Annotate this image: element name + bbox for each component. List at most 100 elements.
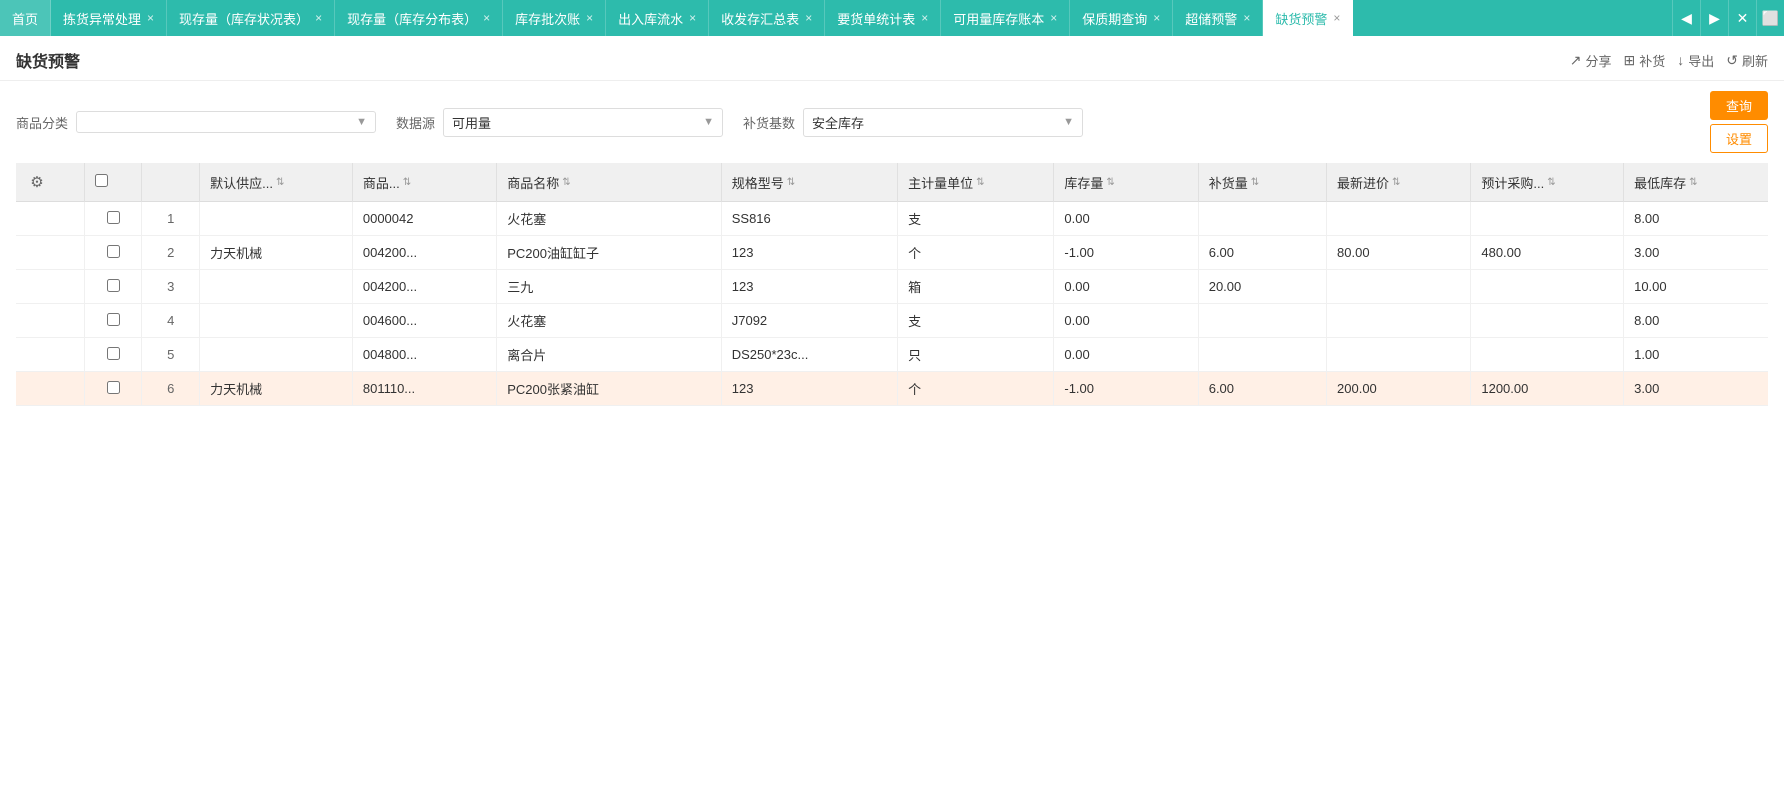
row-gear-cell-2: [16, 270, 84, 304]
row-est-purchase-5: 1200.00: [1471, 372, 1624, 406]
row-stock-4: 0.00: [1054, 338, 1198, 372]
col-latest-price-label: 最新进价: [1337, 173, 1389, 192]
tab-receive-summary-close[interactable]: ×: [805, 11, 812, 25]
category-filter-group: 商品分类 ▼: [16, 111, 376, 133]
tab-batch-account-close[interactable]: ×: [586, 11, 593, 25]
row-min-stock-2: 10.00: [1624, 270, 1768, 304]
replenish-label: 补货: [1639, 51, 1665, 70]
row-checkbox-5[interactable]: [107, 381, 120, 394]
row-checkbox-1[interactable]: [107, 245, 120, 258]
row-replenish-qty-5: 6.00: [1198, 372, 1326, 406]
tab-overstock-close[interactable]: ×: [1243, 11, 1250, 25]
export-button[interactable]: ↓ 导出: [1677, 51, 1714, 70]
row-spec-2: 123: [721, 270, 897, 304]
tab-inout-flow[interactable]: 出入库流水 ×: [606, 0, 709, 36]
row-replenish-qty-1: 6.00: [1198, 236, 1326, 270]
col-latest-price-sort-icon: ⇅: [1392, 177, 1400, 188]
row-gear-cell-0: [16, 202, 84, 236]
tab-inventory-status-close[interactable]: ×: [315, 11, 322, 25]
tab-home[interactable]: 首页: [0, 0, 51, 36]
table-row: 5 004800... 离合片 DS250*23c... 只 0.00 1.00: [16, 338, 1768, 372]
tab-abnormal[interactable]: 拣货异常处理 ×: [51, 0, 167, 36]
row-supplier-1: 力天机械: [200, 236, 353, 270]
tab-expiry-query-close[interactable]: ×: [1153, 11, 1160, 25]
row-min-stock-0: 8.00: [1624, 202, 1768, 236]
tab-receive-summary[interactable]: 收发存汇总表 ×: [709, 0, 825, 36]
col-product-name-label: 商品名称: [507, 173, 559, 192]
row-checkbox-cell-0[interactable]: [84, 202, 142, 236]
row-gear-cell-3: [16, 304, 84, 338]
tab-abnormal-label: 拣货异常处理: [63, 9, 141, 28]
filter-actions: 查询 设置: [1710, 91, 1768, 153]
table-header-row: ⚙ 默认供应... ⇅ 商品...: [16, 163, 1768, 202]
tab-close-btn[interactable]: ✕: [1728, 0, 1756, 36]
row-checkbox-2[interactable]: [107, 279, 120, 292]
tab-next-btn[interactable]: ▶: [1700, 0, 1728, 36]
col-product-name[interactable]: 商品名称 ⇅: [497, 163, 722, 202]
col-min-stock[interactable]: 最低库存 ⇅: [1624, 163, 1768, 202]
tab-shortage-close[interactable]: ×: [1333, 11, 1340, 25]
col-unit[interactable]: 主计量单位 ⇅: [898, 163, 1054, 202]
tab-inventory-status[interactable]: 现存量（库存状况表） ×: [167, 0, 335, 36]
replenish-icon: ⊞: [1623, 52, 1635, 69]
row-checkbox-3[interactable]: [107, 313, 120, 326]
table-row: 2 力天机械 004200... PC200油缸缸子 123 个 -1.00 6…: [16, 236, 1768, 270]
row-checkbox-0[interactable]: [107, 211, 120, 224]
tab-order-stats-close[interactable]: ×: [921, 11, 928, 25]
col-est-purchase[interactable]: 预计采购... ⇅: [1471, 163, 1624, 202]
tab-inventory-dist[interactable]: 现存量（库存分布表） ×: [335, 0, 503, 36]
col-product-code-label: 商品...: [363, 173, 400, 192]
tab-inout-flow-close[interactable]: ×: [689, 11, 696, 25]
tab-expiry-query[interactable]: 保质期查询 ×: [1070, 0, 1173, 36]
row-latest-price-1: 80.00: [1327, 236, 1471, 270]
replenish-button[interactable]: ⊞ 补货: [1623, 51, 1665, 70]
tab-order-stats-label: 要货单统计表: [837, 9, 915, 28]
tab-available-ledger-close[interactable]: ×: [1050, 11, 1057, 25]
replenish-base-select[interactable]: 安全库存 ▼: [803, 108, 1083, 137]
col-product-code-sort-icon: ⇅: [403, 177, 411, 188]
row-est-purchase-0: [1471, 202, 1624, 236]
row-product-code-1: 004200...: [352, 236, 496, 270]
row-spec-0: SS816: [721, 202, 897, 236]
row-checkbox-cell-2[interactable]: [84, 270, 142, 304]
tab-maximize-btn[interactable]: ⬜: [1756, 0, 1784, 36]
datasource-select[interactable]: 可用量 ▼: [443, 108, 723, 137]
row-checkbox-4[interactable]: [107, 347, 120, 360]
row-latest-price-2: [1327, 270, 1471, 304]
row-latest-price-0: [1327, 202, 1471, 236]
row-product-code-4: 004800...: [352, 338, 496, 372]
row-unit-1: 个: [898, 236, 1054, 270]
tab-available-ledger[interactable]: 可用量库存账本 ×: [941, 0, 1070, 36]
refresh-icon: ↺: [1726, 52, 1738, 69]
category-select[interactable]: ▼: [76, 111, 376, 133]
select-all-checkbox[interactable]: [95, 174, 108, 187]
share-button[interactable]: ↗ 分享: [1570, 51, 1612, 70]
row-checkbox-cell-1[interactable]: [84, 236, 142, 270]
col-replenish-qty[interactable]: 补货量 ⇅: [1198, 163, 1326, 202]
row-stock-0: 0.00: [1054, 202, 1198, 236]
col-product-code[interactable]: 商品... ⇅: [352, 163, 496, 202]
tab-order-stats[interactable]: 要货单统计表 ×: [825, 0, 941, 36]
col-latest-price[interactable]: 最新进价 ⇅: [1327, 163, 1471, 202]
tab-abnormal-close[interactable]: ×: [147, 11, 154, 25]
tab-overstock[interactable]: 超储预警 ×: [1173, 0, 1263, 36]
replenish-base-select-value: 安全库存: [812, 113, 864, 132]
row-spec-1: 123: [721, 236, 897, 270]
row-checkbox-cell-5[interactable]: [84, 372, 142, 406]
row-checkbox-cell-3[interactable]: [84, 304, 142, 338]
refresh-button[interactable]: ↺ 刷新: [1726, 51, 1768, 70]
export-icon: ↓: [1677, 52, 1684, 68]
table-row: 4 004600... 火花塞 J7092 支 0.00 8.00: [16, 304, 1768, 338]
col-default-supplier[interactable]: 默认供应... ⇅: [200, 163, 353, 202]
col-stock[interactable]: 库存量 ⇅: [1054, 163, 1198, 202]
tab-inventory-dist-close[interactable]: ×: [483, 11, 490, 25]
row-checkbox-cell-4[interactable]: [84, 338, 142, 372]
settings-button[interactable]: 设置: [1710, 124, 1768, 153]
tab-batch-account[interactable]: 库存批次账 ×: [503, 0, 606, 36]
col-spec[interactable]: 规格型号 ⇅: [721, 163, 897, 202]
tab-navigation: ◀ ▶ ✕ ⬜: [1672, 0, 1784, 36]
query-button[interactable]: 查询: [1710, 91, 1768, 120]
table-settings-gear-icon[interactable]: ⚙: [26, 171, 48, 193]
tab-shortage[interactable]: 缺货预警 ×: [1263, 0, 1353, 36]
tab-prev-btn[interactable]: ◀: [1672, 0, 1700, 36]
